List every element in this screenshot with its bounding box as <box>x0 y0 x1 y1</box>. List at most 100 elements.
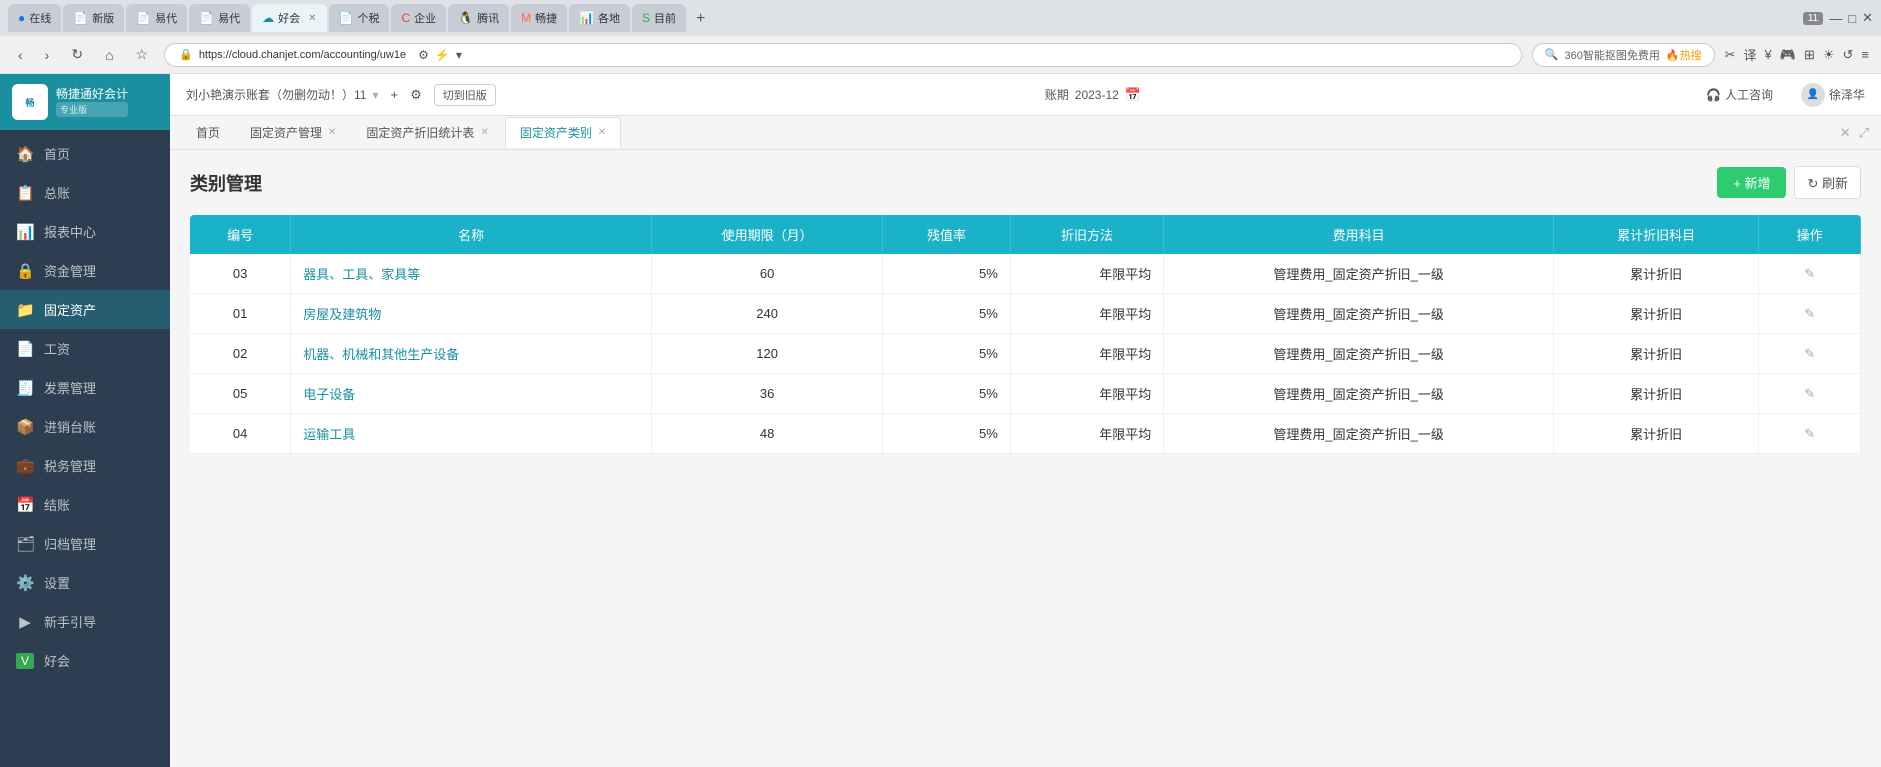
tab-home[interactable]: 首页 <box>182 118 234 147</box>
cell-action-1[interactable]: ✎ <box>1759 294 1861 334</box>
page-header: 类别管理 + 新增 ↻ ↻ 刷新 刷新 <box>190 166 1861 199</box>
sidebar-item-fixed-assets[interactable]: 📁 固定资产 <box>0 290 170 329</box>
cell-action-4[interactable]: ✎ <box>1759 414 1861 454</box>
menu-icon[interactable]: ≡ <box>1861 47 1869 62</box>
new-tab-button[interactable]: + <box>688 6 713 32</box>
cell-name-0[interactable]: 器具、工具、家具等 <box>291 254 652 294</box>
cell-name-1[interactable]: 房屋及建筑物 <box>291 294 652 334</box>
tab-fixed-assets-management[interactable]: 固定资产管理 ✕ <box>236 118 350 147</box>
browser-tab-new[interactable]: 📄 新版 <box>63 4 124 32</box>
browser-tab-hao[interactable]: ☁ 好会 ✕ <box>252 4 326 32</box>
cell-residual-2: 5% <box>883 334 1011 374</box>
search-bar[interactable]: 🔍 360智能抠图免费用 🔥热搜 <box>1532 43 1715 67</box>
browser-tab-current[interactable]: S 目前 <box>632 4 686 32</box>
maximize-button[interactable]: □ <box>1848 11 1856 26</box>
logo-text-block: 畅捷通好会计 专业版 <box>56 87 128 118</box>
topbar-user-profile[interactable]: 👤 徐泽华 <box>1801 83 1865 107</box>
browser-tab-yi2[interactable]: 📄 易代 <box>189 4 250 32</box>
tab-home-label: 首页 <box>196 124 220 141</box>
currency-icon[interactable]: ¥ <box>1765 47 1772 62</box>
sidebar-item-tax[interactable]: 💼 税务管理 <box>0 446 170 485</box>
cell-expense-0: 管理费用_固定资产折旧_一级 <box>1164 254 1554 294</box>
browser-tab-gedi[interactable]: 📊 各地 <box>569 4 630 32</box>
browser-tab-tax[interactable]: 📄 个税 <box>329 4 390 32</box>
edit-icon-4[interactable]: ✎ <box>1804 426 1815 441</box>
sidebar-item-reports[interactable]: 📊 报表中心 <box>0 212 170 251</box>
brightness-icon[interactable]: ☀ <box>1823 47 1835 63</box>
cell-action-3[interactable]: ✎ <box>1759 374 1861 414</box>
edit-icon-3[interactable]: ✎ <box>1804 386 1815 401</box>
tab-fixed-assets-category-close[interactable]: ✕ <box>598 127 606 138</box>
switch-version-button[interactable]: 切到旧版 <box>434 84 496 106</box>
logo-icon: 畅 <box>12 84 48 120</box>
logo-name: 畅捷通好会计 <box>56 87 128 103</box>
browser-menu-icon[interactable]: ⚙ <box>418 48 429 62</box>
sidebar-menu: 🏠 首页 📋 总账 📊 报表中心 🔒 资金管理 📁 固定资产 📄 工资 <box>0 130 170 767</box>
topbar-support[interactable]: 🎧 人工咨询 <box>1706 86 1773 103</box>
reload-button[interactable]: ↻ <box>65 44 89 65</box>
tab-depreciation-stats-close[interactable]: ✕ <box>480 127 488 138</box>
edit-icon-1[interactable]: ✎ <box>1804 306 1815 321</box>
forward-button[interactable]: › <box>39 45 56 65</box>
sidebar-item-guide[interactable]: ▶ 新手引导 <box>0 602 170 641</box>
grid-icon[interactable]: ⊞ <box>1804 47 1815 63</box>
address-input[interactable]: 🔒 https://cloud.chanjet.com/accounting/u… <box>164 43 1522 67</box>
logo-sub: 专业版 <box>56 102 128 117</box>
game-icon[interactable]: 🎮 <box>1780 47 1796 63</box>
add-button[interactable]: + 新增 <box>1717 167 1786 198</box>
cell-name-4[interactable]: 运输工具 <box>291 414 652 454</box>
browser-tab-changjie[interactable]: M 畅捷 <box>511 4 567 32</box>
sidebar-label-settings: 设置 <box>44 573 70 592</box>
tab-fixed-assets-category[interactable]: 固定资产类别 ✕ <box>505 117 621 148</box>
sidebar-item-closing[interactable]: 📅 结账 <box>0 485 170 524</box>
browser-tab-yi1[interactable]: 📄 易代 <box>126 4 187 32</box>
cell-action-2[interactable]: ✎ <box>1759 334 1861 374</box>
close-window-button[interactable]: ✕ <box>1862 10 1873 26</box>
sidebar-item-invoice[interactable]: 🧾 发票管理 <box>0 368 170 407</box>
sidebar-item-archive[interactable]: 🗂 归档管理 <box>0 524 170 563</box>
sidebar-item-inventory[interactable]: 📦 进销台账 <box>0 407 170 446</box>
cell-name-3[interactable]: 电子设备 <box>291 374 652 414</box>
sidebar-item-haohui[interactable]: V 好会 <box>0 641 170 680</box>
ledger-icon: 📋 <box>16 184 34 202</box>
cell-action-0[interactable]: ✎ <box>1759 254 1861 294</box>
minimize-button[interactable]: — <box>1829 11 1842 26</box>
bookmark-button[interactable]: ☆ <box>130 44 155 65</box>
user-name: 刘小艳演示账套（勿删勿动！）11 <box>186 86 366 103</box>
browser-tab-close-hao[interactable]: ✕ <box>308 13 316 24</box>
avatar-icon: 👤 <box>1807 89 1819 100</box>
th-method: 折旧方法 <box>1010 215 1164 254</box>
browser-tab-tencent[interactable]: 🐧 腾讯 <box>448 4 509 32</box>
scissors-icon[interactable]: ✂ <box>1725 47 1736 63</box>
calendar-icon[interactable]: 📅 <box>1125 87 1141 103</box>
sidebar-item-payroll[interactable]: 📄 工资 <box>0 329 170 368</box>
dropdown-icon[interactable]: ▾ <box>372 88 378 102</box>
home-button[interactable]: ⌂ <box>99 45 119 65</box>
sidebar-item-funds[interactable]: 🔒 资金管理 <box>0 251 170 290</box>
sidebar-item-ledger[interactable]: 📋 总账 <box>0 173 170 212</box>
expand-url-button[interactable]: ▾ <box>456 48 462 62</box>
browser-tab-online[interactable]: ● 在线 <box>8 4 61 32</box>
lightning-icon[interactable]: ⚡ <box>435 48 450 62</box>
add-company-button[interactable]: + <box>391 87 399 102</box>
undo-icon[interactable]: ↺ <box>1843 47 1854 63</box>
edit-icon-2[interactable]: ✎ <box>1804 346 1815 361</box>
browser-tab-enterprise[interactable]: C 企业 <box>391 4 446 32</box>
tab-depreciation-stats[interactable]: 固定资产折旧统计表 ✕ <box>352 118 502 147</box>
sidebar-item-home[interactable]: 🏠 首页 <box>0 134 170 173</box>
sidebar-item-settings[interactable]: ⚙️ 设置 <box>0 563 170 602</box>
tab-panel-close-button[interactable]: ✕ <box>1840 125 1851 141</box>
back-button[interactable]: ‹ <box>12 45 29 65</box>
tab-fixed-assets-management-close[interactable]: ✕ <box>328 127 336 138</box>
inventory-icon: 📦 <box>16 418 34 436</box>
table-row: 02 机器、机械和其他生产设备 120 5% 年限平均 管理费用_固定资产折旧_… <box>190 334 1861 374</box>
topbar-period: 账期 2023-12 📅 <box>1045 86 1141 103</box>
content-area: 类别管理 + 新增 ↻ ↻ 刷新 刷新 编号 名称 使用期限（月） <box>170 150 1881 767</box>
refresh-button[interactable]: ↻ ↻ 刷新 刷新 <box>1794 166 1861 199</box>
tab-panel-expand-button[interactable]: ⤢ <box>1859 125 1869 141</box>
edit-icon-0[interactable]: ✎ <box>1804 266 1815 281</box>
cell-name-2[interactable]: 机器、机械和其他生产设备 <box>291 334 652 374</box>
settings-gear-icon[interactable]: ⚙ <box>410 87 422 103</box>
search-icon: 🔍 <box>1545 48 1559 61</box>
translate-icon[interactable]: 译 <box>1744 45 1757 64</box>
